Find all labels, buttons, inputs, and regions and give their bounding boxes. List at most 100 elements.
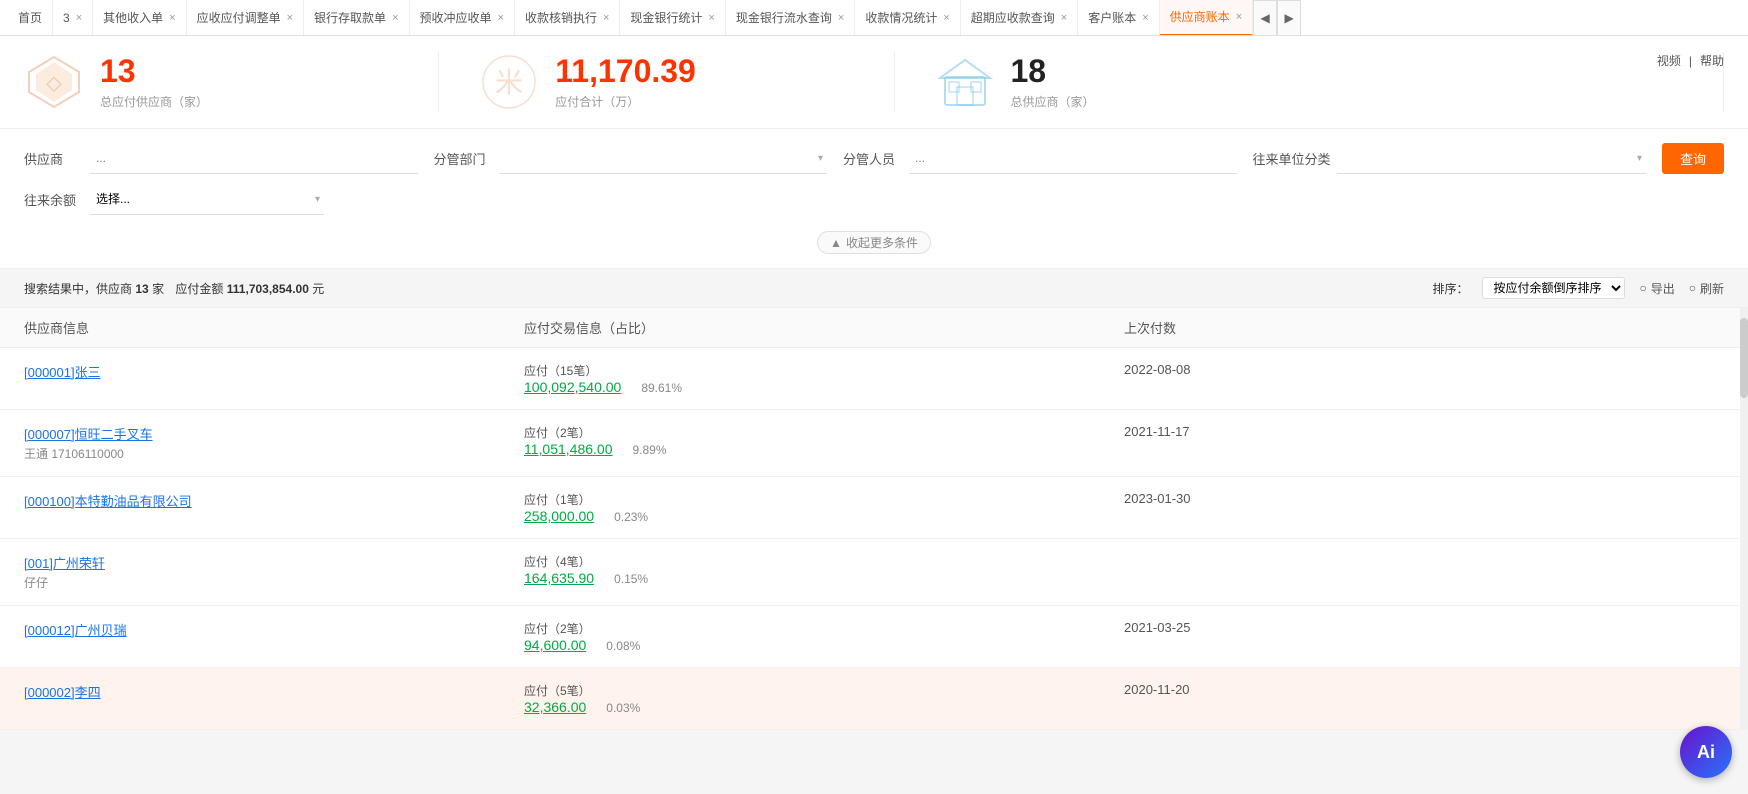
stat2-label: 应付合计（万） bbox=[555, 93, 696, 110]
close-tab-payment-stat-icon[interactable]: × bbox=[943, 12, 949, 24]
stats-header: ◇ 13 总应付供应商（家） 米 11,170.39 应付合计（万） bbox=[0, 36, 1748, 129]
svg-text:米: 米 bbox=[495, 67, 523, 98]
nav-tab-bank-deposit[interactable]: 银行存取款单 × bbox=[304, 0, 409, 36]
help-link[interactable]: 帮助 bbox=[1700, 52, 1724, 69]
sort-select[interactable]: 按应付余额倒序排序 bbox=[1482, 277, 1625, 299]
close-tab-customer-book-icon[interactable]: × bbox=[1142, 12, 1148, 24]
tx-amount-4[interactable]: 164,635.90 bbox=[524, 570, 594, 586]
nav-tab-payment-stat[interactable]: 收款情况统计 × bbox=[855, 0, 960, 36]
stat1-text: 13 总应付供应商（家） bbox=[100, 55, 208, 110]
tx-label-4: 应付（4笔） bbox=[524, 553, 1124, 570]
filter-area: 供应商 分管部门 ▾ 分管人员 往来单位分类 ▾ bbox=[0, 129, 1748, 269]
separator: | bbox=[1689, 54, 1692, 68]
tx-label-6: 应付（5笔） bbox=[524, 682, 1124, 699]
nav-prev-button[interactable]: ◀ bbox=[1253, 0, 1277, 36]
stat3-text: 18 总供应商（家） bbox=[1011, 55, 1095, 110]
person-input[interactable] bbox=[909, 144, 1237, 174]
nav-tab-customer-book[interactable]: 客户账本 × bbox=[1078, 0, 1159, 36]
supplier-link-5[interactable]: [000012]广州贝瑞 bbox=[24, 623, 127, 638]
close-tab-prepay-ar-icon[interactable]: × bbox=[498, 12, 504, 24]
filter-category: 往来单位分类 ▾ bbox=[1253, 143, 1647, 174]
store-icon bbox=[935, 52, 995, 112]
tx-label-2: 应付（2笔） bbox=[524, 424, 1124, 441]
nav-tab-ar-ap-adjust[interactable]: 应收应付调整单 × bbox=[187, 0, 304, 36]
export-label: 导出 bbox=[1651, 280, 1675, 297]
nav-tab-payment-exec[interactable]: 收款核销执行 × bbox=[515, 0, 620, 36]
supplier-link-4[interactable]: [001]广州荣轩 bbox=[24, 556, 105, 571]
tx-row-3: 258,000.00 0.23% bbox=[524, 508, 1124, 524]
close-tab-3-icon[interactable]: × bbox=[76, 12, 82, 24]
nav-tab-overdue-ar[interactable]: 超期应收款查询 × bbox=[961, 0, 1078, 36]
stat3-value: 18 bbox=[1011, 55, 1095, 87]
last-pay-5: 2021-03-25 bbox=[1124, 620, 1191, 635]
result-info: 搜索结果中，供应商 13 家 应付金额 111,703,854.00 元 bbox=[24, 280, 324, 297]
diamond-icon: ◇ bbox=[24, 52, 84, 112]
balance-select[interactable]: 选择... bbox=[90, 184, 324, 214]
stat-block-suppliers: ◇ 13 总应付供应商（家） bbox=[24, 52, 439, 112]
close-tab-overdue-ar-icon[interactable]: × bbox=[1061, 12, 1067, 24]
sort-label: 排序： bbox=[1432, 280, 1468, 297]
scrollbar[interactable] bbox=[1740, 308, 1748, 730]
supplier-cell-3: [000100]本特勤油品有限公司 bbox=[24, 491, 524, 510]
result-amount-prefix: 应付金额 bbox=[175, 282, 223, 296]
category-label: 往来单位分类 bbox=[1253, 149, 1331, 168]
close-tab-supplier-book-icon[interactable]: × bbox=[1236, 11, 1242, 23]
supplier-cell-4: [001]广州荣轩 仔仔 bbox=[24, 553, 524, 591]
nav-next-button[interactable]: ▶ bbox=[1277, 0, 1301, 36]
table-row: [000001]张三 应付（15笔） 100,092,540.00 89.61%… bbox=[0, 348, 1748, 410]
department-label: 分管部门 bbox=[434, 149, 494, 168]
supplier-link-3[interactable]: [000100]本特勤油品有限公司 bbox=[24, 494, 192, 509]
export-icon: ○ bbox=[1639, 281, 1646, 295]
supplier-link-2[interactable]: [000007]恒旺二手叉车 bbox=[24, 427, 153, 442]
tx-amount-6[interactable]: 32,366.00 bbox=[524, 699, 586, 715]
ai-badge[interactable]: Ai bbox=[1680, 726, 1732, 778]
category-select[interactable] bbox=[1337, 143, 1646, 173]
nav-tab-cash-bank-stat[interactable]: 现金银行统计 × bbox=[620, 0, 725, 36]
tx-pct-1: 89.61% bbox=[641, 381, 682, 395]
close-tab-ar-ap-adjust-icon[interactable]: × bbox=[287, 12, 293, 24]
query-button[interactable]: 查询 bbox=[1662, 143, 1724, 174]
stat3-label: 总供应商（家） bbox=[1011, 93, 1095, 110]
nav-tab-cash-bank-query[interactable]: 现金银行流水查询 × bbox=[726, 0, 855, 36]
tx-label-5: 应付（2笔） bbox=[524, 620, 1124, 637]
filter-row-2: 往来余额 选择... ▾ bbox=[24, 184, 1724, 215]
nav-tab-home[interactable]: 首页 bbox=[8, 0, 53, 36]
video-link[interactable]: 视频 bbox=[1657, 52, 1681, 69]
collapse-button[interactable]: ▲ 收起更多条件 bbox=[817, 231, 931, 254]
scrollbar-thumb[interactable] bbox=[1740, 318, 1748, 398]
close-tab-bank-deposit-icon[interactable]: × bbox=[392, 12, 398, 24]
close-tab-cash-bank-stat-icon[interactable]: × bbox=[708, 12, 714, 24]
svg-text:◇: ◇ bbox=[46, 73, 62, 95]
export-button[interactable]: ○ 导出 bbox=[1639, 280, 1674, 297]
nav-tab-prepay-ar[interactable]: 预收冲应收单 × bbox=[410, 0, 515, 36]
tx-amount-3[interactable]: 258,000.00 bbox=[524, 508, 594, 524]
close-tab-cash-bank-query-icon[interactable]: × bbox=[838, 12, 844, 24]
collapse-icon: ▲ bbox=[830, 236, 842, 250]
nav-tab-3[interactable]: 3 × bbox=[53, 0, 93, 36]
supplier-link-1[interactable]: [000001]张三 bbox=[24, 365, 101, 380]
col-header-last-pay: 上次付数 bbox=[1124, 318, 1724, 337]
tx-amount-5[interactable]: 94,600.00 bbox=[524, 637, 586, 653]
close-tab-other-income-icon[interactable]: × bbox=[169, 12, 175, 24]
tx-pct-2: 9.89% bbox=[633, 443, 667, 457]
result-amount-value: 111,703,854.00 bbox=[227, 282, 309, 296]
tx-cell-5: 应付（2笔） 94,600.00 0.08% bbox=[524, 620, 1124, 653]
header-links: 视频 | 帮助 bbox=[1657, 52, 1724, 69]
supplier-input[interactable] bbox=[90, 144, 418, 174]
stat1-label: 总应付供应商（家） bbox=[100, 93, 208, 110]
tx-amount-1[interactable]: 100,092,540.00 bbox=[524, 379, 621, 395]
supplier-label: 供应商 bbox=[24, 149, 84, 168]
person-label: 分管人员 bbox=[843, 149, 903, 168]
tx-amount-2[interactable]: 11,051,486.00 bbox=[524, 441, 613, 457]
last-pay-cell-5: 2021-03-25 bbox=[1124, 620, 1724, 635]
nav-tab-supplier-book[interactable]: 供应商账本 × bbox=[1160, 0, 1253, 36]
result-supplier-count: 13 bbox=[135, 282, 148, 296]
department-select[interactable] bbox=[500, 143, 828, 173]
close-tab-payment-exec-icon[interactable]: × bbox=[603, 12, 609, 24]
refresh-button[interactable]: ○ 刷新 bbox=[1689, 280, 1724, 297]
department-select-wrap: ▾ bbox=[500, 143, 828, 174]
table-row: [000100]本特勤油品有限公司 应付（1笔） 258,000.00 0.23… bbox=[0, 477, 1748, 539]
supplier-link-6[interactable]: [000002]李四 bbox=[24, 685, 101, 700]
nav-tab-other-income[interactable]: 其他收入单 × bbox=[93, 0, 186, 36]
main-table: 供应商信息 应付交易信息（占比） 上次付数 [000001]张三 应付（15笔）… bbox=[0, 308, 1748, 730]
